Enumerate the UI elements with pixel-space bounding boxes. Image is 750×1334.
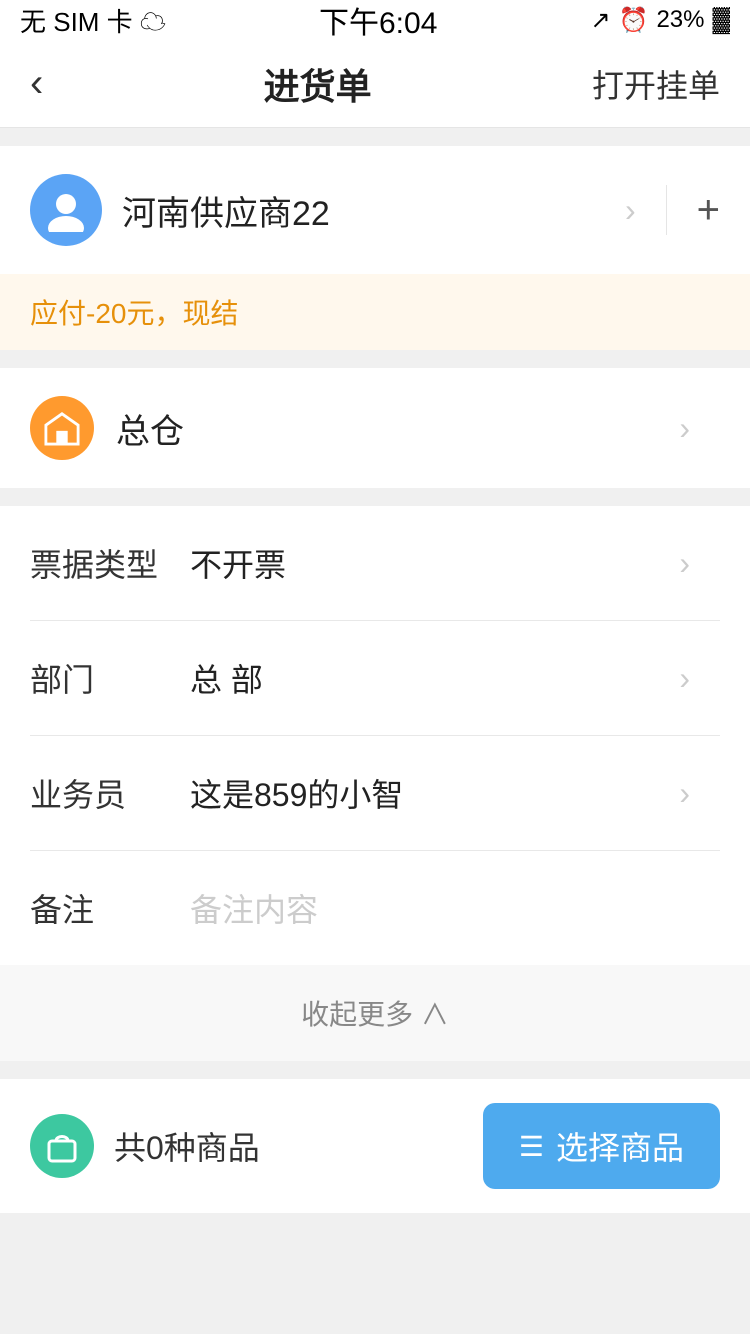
- section-gap-1: [0, 128, 750, 146]
- status-left: 无 SIM 卡 ☁: [20, 2, 166, 39]
- back-button[interactable]: ‹: [30, 61, 43, 106]
- nav-bar: ‹ 进货单 打开挂单: [0, 40, 750, 128]
- ticket-value: 不开票: [190, 540, 679, 586]
- select-product-label: 选择商品: [556, 1123, 684, 1169]
- location-icon: ↗: [590, 6, 610, 35]
- salesperson-label: 业务员: [30, 770, 190, 816]
- salesperson-value: 这是859的小智: [190, 770, 679, 816]
- remark-label: 备注: [30, 885, 190, 931]
- remark-placeholder: 备注内容: [190, 885, 720, 931]
- status-bar: 无 SIM 卡 ☁ 下午6:04 ↗ ⏰ 23% ▓: [0, 0, 750, 40]
- supplier-chevron-icon: ›: [625, 192, 636, 229]
- avatar-icon: [44, 188, 88, 232]
- select-product-icon: ☰: [519, 1130, 544, 1163]
- sim-wifi-status: 无 SIM 卡 ☁: [20, 2, 166, 39]
- supplier-avatar: [30, 174, 102, 246]
- add-supplier-button[interactable]: +: [697, 188, 720, 233]
- supplier-name: 河南供应商22: [122, 186, 625, 235]
- section-gap-3: [0, 488, 750, 506]
- warehouse-row[interactable]: 总仓 ›: [0, 368, 750, 488]
- department-value: 总 部: [190, 655, 679, 701]
- warehouse-name: 总仓: [116, 404, 679, 453]
- department-label: 部门: [30, 655, 190, 701]
- collapse-toggle[interactable]: 收起更多 ∧: [0, 965, 750, 1061]
- notice-bar: 应付-20元，现结: [0, 274, 750, 350]
- form-row-salesperson[interactable]: 业务员 这是859的小智 ›: [0, 736, 750, 850]
- status-right: ↗ ⏰ 23% ▓: [590, 6, 730, 35]
- vertical-divider: [666, 185, 667, 235]
- battery-status: 23%: [656, 6, 704, 34]
- form-section: 票据类型 不开票 › 部门 总 部 › 业务员 这是859的小智 › 备注 备注…: [0, 506, 750, 965]
- section-gap-2: [0, 350, 750, 368]
- product-icon-bg: [30, 1114, 94, 1178]
- open-pending-button[interactable]: 打开挂单: [592, 61, 720, 107]
- warehouse-chevron-icon: ›: [679, 410, 690, 447]
- department-chevron-icon: ›: [679, 660, 690, 697]
- product-count: 共0种商品: [114, 1123, 483, 1169]
- form-row-department[interactable]: 部门 总 部 ›: [0, 621, 750, 735]
- salesperson-chevron-icon: ›: [679, 775, 690, 812]
- alarm-icon: ⏰: [619, 6, 649, 35]
- select-product-button[interactable]: ☰ 选择商品: [483, 1103, 720, 1189]
- status-time: 下午6:04: [319, 0, 437, 42]
- warehouse-svg-icon: [44, 410, 80, 446]
- form-row-ticket[interactable]: 票据类型 不开票 ›: [0, 506, 750, 620]
- product-bar: 共0种商品 ☰ 选择商品: [0, 1079, 750, 1213]
- page-title: 进货单: [264, 58, 372, 110]
- supplier-row[interactable]: 河南供应商22 › +: [0, 146, 750, 274]
- battery-icon: ▓: [713, 6, 731, 34]
- form-row-remark[interactable]: 备注 备注内容: [0, 851, 750, 965]
- ticket-label: 票据类型: [30, 540, 190, 586]
- warehouse-icon-bg: [30, 396, 94, 460]
- ticket-chevron-icon: ›: [679, 545, 690, 582]
- cart-icon: [43, 1127, 81, 1165]
